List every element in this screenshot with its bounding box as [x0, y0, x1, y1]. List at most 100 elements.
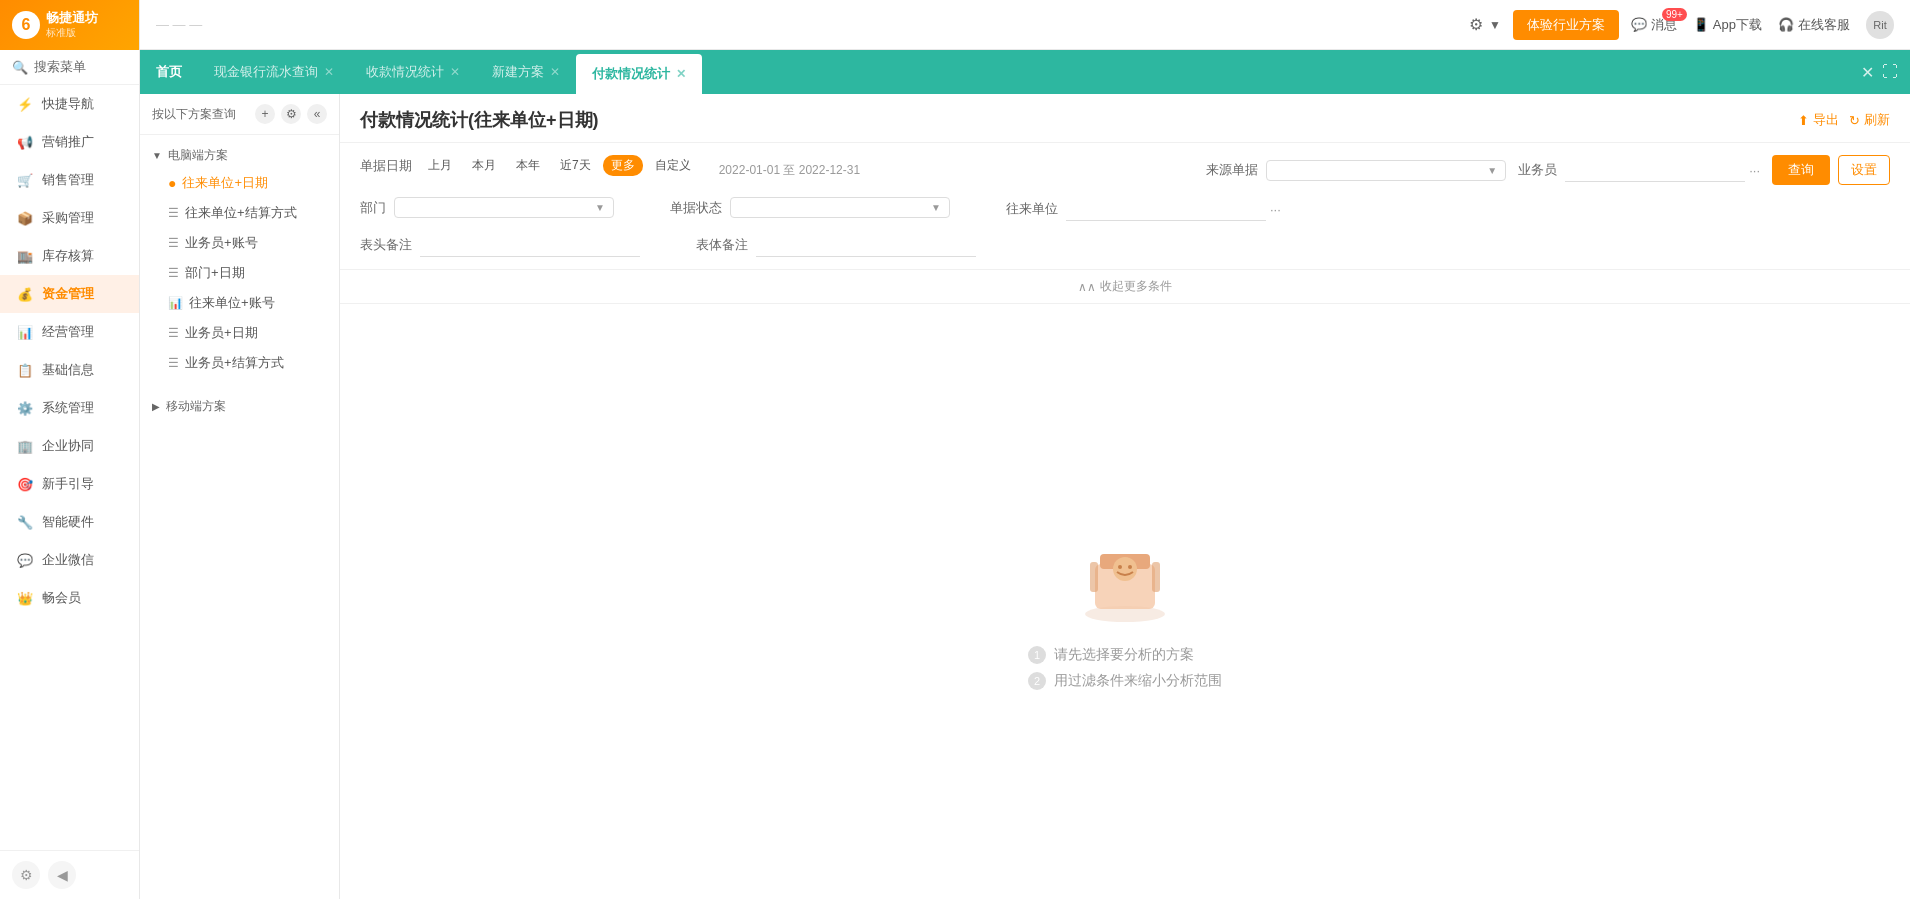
sidebar-item-member[interactable]: 👑 畅会员	[0, 579, 139, 617]
sidebar-item-system[interactable]: ⚙️ 系统管理	[0, 389, 139, 427]
table-body-note-label: 表体备注	[696, 236, 748, 254]
app-download-btn[interactable]: 📱 App下载	[1693, 16, 1762, 34]
plan-icon: ☰	[168, 206, 179, 220]
sidebar-item-inventory[interactable]: 🏬 库存核算	[0, 237, 139, 275]
salesperson-more-icon[interactable]: ···	[1749, 163, 1760, 178]
refresh-icon: ↻	[1849, 113, 1860, 128]
plan-salesperson-settlement[interactable]: ☰ 业务员+结算方式	[140, 348, 339, 378]
message-btn[interactable]: 💬 消息 99+	[1631, 16, 1677, 34]
collapse-sidebar-btn[interactable]: ◀	[48, 861, 76, 889]
plan-counterparty-date[interactable]: ● 往来单位+日期	[140, 168, 339, 198]
sidebar-item-label: 基础信息	[42, 361, 94, 379]
sidebar-item-purchase[interactable]: 📦 采购管理	[0, 199, 139, 237]
sidebar-item-wechat[interactable]: 💬 企业微信	[0, 541, 139, 579]
add-plan-btn[interactable]: +	[255, 104, 275, 124]
user-avatar[interactable]: Rit	[1866, 11, 1894, 39]
plan-salesperson-account[interactable]: ☰ 业务员+账号	[140, 228, 339, 258]
dropdown-icon[interactable]: ▼	[1489, 18, 1501, 32]
tab-cash-flow-label: 现金银行流水查询	[214, 63, 318, 81]
voucher-status-select[interactable]: ▼	[730, 197, 950, 218]
source-filter: 来源单据 ▼	[1206, 160, 1506, 181]
dept-select-arrow: ▼	[595, 202, 605, 213]
app-label: App下载	[1713, 16, 1762, 34]
collapse-label: 收起更多条件	[1100, 278, 1172, 295]
plan-label: 业务员+日期	[185, 324, 258, 342]
mobile-plans-group[interactable]: ▶ 移动端方案	[140, 394, 339, 419]
tab-expand-icon[interactable]: ⛶	[1882, 63, 1898, 81]
export-btn[interactable]: ⬆ 导出	[1798, 111, 1839, 129]
date-option-this-month[interactable]: 本月	[464, 155, 504, 176]
date-option-this-year[interactable]: 本年	[508, 155, 548, 176]
tab-receipt-stats-close[interactable]: ✕	[450, 65, 460, 79]
tab-receipt-stats[interactable]: 收款情况统计 ✕	[350, 50, 476, 94]
collapse-panel-btn[interactable]: «	[307, 104, 327, 124]
sidebar-item-guide[interactable]: 🎯 新手引导	[0, 465, 139, 503]
date-label: 单据日期	[360, 157, 412, 175]
empty-hint-2: 2 用过滤条件来缩小分析范围	[1028, 672, 1222, 690]
plan-dept-date[interactable]: ☰ 部门+日期	[140, 258, 339, 288]
setting-btn[interactable]: 设置	[1838, 155, 1890, 185]
logo-icon: 6	[12, 11, 40, 39]
sidebar-header: 6 畅捷通坊 标准版	[0, 0, 139, 50]
source-select[interactable]: ▼	[1266, 160, 1506, 181]
sidebar-item-sales[interactable]: 🛒 销售管理	[0, 161, 139, 199]
plan-counterparty-account[interactable]: 📊 往来单位+账号	[140, 288, 339, 318]
plan-settings-btn[interactable]: ⚙	[281, 104, 301, 124]
sidebar-item-finance[interactable]: 💰 资金管理	[0, 275, 139, 313]
side-panel-header-actions: + ⚙ «	[255, 104, 327, 124]
plan-label: 往来单位+账号	[189, 294, 275, 312]
tab-close-all-icon[interactable]: ✕	[1861, 63, 1874, 82]
service-btn[interactable]: 🎧 在线客服	[1778, 16, 1850, 34]
plan-counterparty-settlement[interactable]: ☰ 往来单位+结算方式	[140, 198, 339, 228]
date-option-more[interactable]: 更多	[603, 155, 643, 176]
empty-state: 1 请先选择要分析的方案 2 用过滤条件来缩小分析范围	[340, 304, 1910, 899]
tab-payment-stats-close[interactable]: ✕	[676, 67, 686, 81]
table-header-note-input[interactable]	[420, 233, 640, 257]
dept-select[interactable]: ▼	[394, 197, 614, 218]
search-menu[interactable]: 🔍 搜索菜单	[0, 50, 139, 85]
tab-new-plan-close[interactable]: ✕	[550, 65, 560, 79]
sidebar-item-operation[interactable]: 📊 经营管理	[0, 313, 139, 351]
sidebar-item-quick-nav[interactable]: ⚡ 快捷导航	[0, 85, 139, 123]
sidebar-item-enterprise[interactable]: 🏢 企业协同	[0, 427, 139, 465]
mobile-plans-section: ▶ 移动端方案	[140, 386, 339, 427]
sidebar-item-label: 资金管理	[42, 285, 94, 303]
tab-home[interactable]: 首页	[140, 50, 198, 94]
collapse-more-btn[interactable]: ∧∧ 收起更多条件	[340, 270, 1910, 304]
sidebar-item-base-info[interactable]: 📋 基础信息	[0, 351, 139, 389]
page-title: 付款情况统计(往来单位+日期)	[360, 108, 599, 132]
plan-label: 往来单位+日期	[182, 174, 268, 192]
refresh-btn[interactable]: ↻ 刷新	[1849, 111, 1890, 129]
message-icon: 💬	[1631, 17, 1647, 32]
voucher-status-label: 单据状态	[670, 199, 722, 217]
tab-new-plan[interactable]: 新建方案 ✕	[476, 50, 576, 94]
main-area: — — — ⚙ ▼ 体验行业方案 💬 消息 99+ 📱 App下载 🎧 在线客服…	[140, 0, 1910, 899]
hint-text-1: 请先选择要分析的方案	[1054, 646, 1194, 664]
plan-salesperson-date[interactable]: ☰ 业务员+日期	[140, 318, 339, 348]
tab-payment-stats[interactable]: 付款情况统计 ✕	[576, 54, 702, 94]
query-btn[interactable]: 查询	[1772, 155, 1830, 185]
page-body: 按以下方案查询 + ⚙ « ▼ 电脑端方案 ● 往来单位+日期 ☰	[140, 94, 1910, 899]
tab-cash-flow[interactable]: 现金银行流水查询 ✕	[198, 50, 350, 94]
sidebar-item-marketing[interactable]: 📢 营销推广	[0, 123, 139, 161]
refresh-label: 刷新	[1864, 111, 1890, 129]
date-option-last-month[interactable]: 上月	[420, 155, 460, 176]
base-info-icon: 📋	[16, 361, 34, 379]
pc-plans-group[interactable]: ▼ 电脑端方案	[140, 143, 339, 168]
sidebar-subtitle: 标准版	[46, 26, 98, 40]
table-body-note-input[interactable]	[756, 233, 976, 257]
sidebar-item-label: 企业协同	[42, 437, 94, 455]
guide-icon: 🎯	[16, 475, 34, 493]
date-option-custom[interactable]: 自定义	[647, 155, 699, 176]
trial-btn[interactable]: 体验行业方案	[1513, 10, 1619, 40]
salesperson-input[interactable]	[1565, 158, 1745, 182]
counterparty-input[interactable]	[1066, 197, 1266, 221]
settings-gear-icon[interactable]: ⚙	[1469, 15, 1483, 34]
settings-btn[interactable]: ⚙	[12, 861, 40, 889]
date-option-7days[interactable]: 近7天	[552, 155, 599, 176]
tab-cash-flow-close[interactable]: ✕	[324, 65, 334, 79]
salesperson-label: 业务员	[1518, 161, 1557, 179]
counterparty-more-icon[interactable]: ···	[1270, 202, 1281, 217]
source-label: 来源单据	[1206, 161, 1258, 179]
sidebar-item-hardware[interactable]: 🔧 智能硬件	[0, 503, 139, 541]
